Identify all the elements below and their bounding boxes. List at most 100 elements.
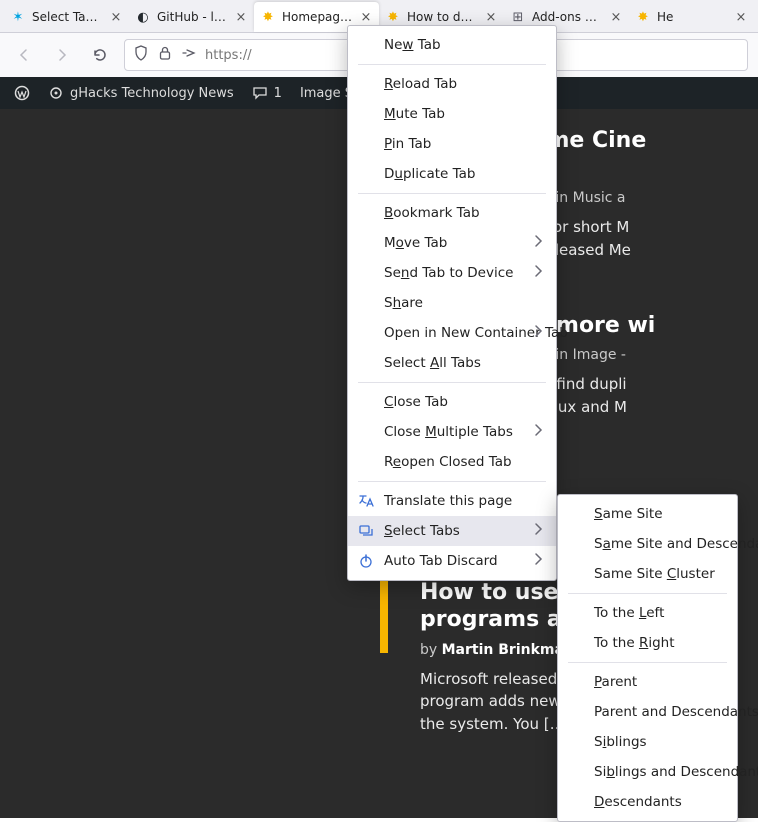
menu-item[interactable]: Pin Tab xyxy=(348,129,556,159)
accent-stripe xyxy=(380,583,388,653)
menu-item-label: Descendants xyxy=(594,794,682,810)
tab[interactable]: ✶ Select Tabs – Ge × xyxy=(4,2,129,32)
menu-item-label: Same Site xyxy=(594,506,663,522)
menu-item[interactable]: New Tab xyxy=(348,30,556,60)
menu-item[interactable]: Send Tab to Device xyxy=(348,258,556,288)
menu-item-label: Close Multiple Tabs xyxy=(384,424,513,440)
menu-item[interactable]: Siblings and Descendants xyxy=(558,757,737,787)
menu-item[interactable]: Descendants xyxy=(558,787,737,817)
power-icon xyxy=(358,553,374,569)
menu-item-label: Duplicate Tab xyxy=(384,166,475,182)
menu-item[interactable]: Parent xyxy=(558,667,737,697)
close-icon[interactable]: × xyxy=(484,10,498,24)
menu-item[interactable]: Same Site xyxy=(558,499,737,529)
menu-item-label: Share xyxy=(384,295,423,311)
menu-separator xyxy=(358,382,546,383)
chevron-right-icon xyxy=(530,422,546,442)
menu-item[interactable]: Select All Tabs xyxy=(348,348,556,378)
close-icon[interactable]: × xyxy=(234,10,248,24)
tab-context-menu: New Tab Reload Tab Mute Tab Pin Tab Duplicat… xyxy=(347,25,557,581)
chevron-right-icon xyxy=(530,233,546,253)
close-icon[interactable]: × xyxy=(734,10,748,24)
menu-item[interactable]: Bookmark Tab xyxy=(348,198,556,228)
menu-item-label: Reload Tab xyxy=(384,76,457,92)
favicon-icon: ✸ xyxy=(635,9,651,25)
menu-item-label: Move Tab xyxy=(384,235,447,251)
menu-item-label: Siblings xyxy=(594,734,647,750)
favicon-icon: ✸ xyxy=(260,9,276,25)
menu-item[interactable]: Close Multiple Tabs xyxy=(348,417,556,447)
menu-item-label: Same Site Cluster xyxy=(594,566,715,582)
close-icon[interactable]: × xyxy=(359,10,373,24)
chevron-right-icon xyxy=(530,551,546,571)
favicon-icon: ◐ xyxy=(135,9,151,25)
menu-item-label: To the Right xyxy=(594,635,675,651)
menu-item[interactable]: Open in New Container Tab xyxy=(348,318,556,348)
forward-button[interactable] xyxy=(48,41,76,69)
chevron-right-icon xyxy=(530,323,546,343)
menu-item[interactable]: To the Left xyxy=(558,598,737,628)
tab-label: Add-ons Manag xyxy=(532,10,603,24)
menu-separator xyxy=(358,481,546,482)
menu-item-label: Send Tab to Device xyxy=(384,265,513,281)
close-icon[interactable]: × xyxy=(609,10,623,24)
select-tabs-submenu: Same Site Same Site and Descendants Same S… xyxy=(557,494,738,822)
menu-separator xyxy=(568,662,727,663)
reload-button[interactable] xyxy=(86,41,114,69)
stack-icon xyxy=(358,523,374,539)
menu-item[interactable]: Same Site Cluster xyxy=(558,559,737,589)
menu-item[interactable]: Close Tab xyxy=(348,387,556,417)
menu-item-label: Mute Tab xyxy=(384,106,445,122)
back-button[interactable] xyxy=(10,41,38,69)
menu-item[interactable]: Reopen Closed Tab xyxy=(348,447,556,477)
menu-item-label: Siblings and Descendants xyxy=(594,764,758,780)
wp-logo-icon[interactable] xyxy=(14,85,30,101)
menu-item-label: To the Left xyxy=(594,605,664,621)
chevron-right-icon xyxy=(530,263,546,283)
wp-site-name[interactable]: gHacks Technology News xyxy=(48,85,234,101)
tab-label: GitHub - l10nel xyxy=(157,10,228,24)
menu-item-label: Pin Tab xyxy=(384,136,431,152)
tab-label: He xyxy=(657,10,728,24)
favicon-icon: ✸ xyxy=(385,9,401,25)
favicon-icon: ⊞ xyxy=(510,9,526,25)
lock-icon xyxy=(157,45,173,65)
menu-item-label: Parent xyxy=(594,674,637,690)
menu-item[interactable]: Mute Tab xyxy=(348,99,556,129)
menu-item-label: Translate this page xyxy=(384,493,512,509)
tab[interactable]: ✸ He × xyxy=(629,2,754,32)
tab-label: How to downlo xyxy=(407,10,478,24)
menu-separator xyxy=(358,193,546,194)
menu-item[interactable]: Move Tab xyxy=(348,228,556,258)
wp-comments[interactable]: 1 xyxy=(252,85,282,101)
menu-item-label: Parent and Descendants xyxy=(594,704,758,720)
tab-label: Homepage | gh xyxy=(282,10,353,24)
menu-item-label: Same Site and Descendants xyxy=(594,536,758,552)
menu-item-label: Select All Tabs xyxy=(384,355,481,371)
menu-item[interactable]: Reload Tab xyxy=(348,69,556,99)
shield-icon xyxy=(133,45,149,65)
menu-item[interactable]: To the Right xyxy=(558,628,737,658)
menu-item-label: Select Tabs xyxy=(384,523,460,539)
menu-item[interactable]: Same Site and Descendants xyxy=(558,529,737,559)
menu-item-label: Reopen Closed Tab xyxy=(384,454,512,470)
menu-item[interactable]: Parent and Descendants xyxy=(558,697,737,727)
menu-item[interactable]: Duplicate Tab xyxy=(348,159,556,189)
menu-item[interactable]: Siblings xyxy=(558,727,737,757)
close-icon[interactable]: × xyxy=(109,10,123,24)
menu-item[interactable]: Auto Tab Discard xyxy=(348,546,556,576)
menu-item-label: New Tab xyxy=(384,37,441,53)
menu-separator xyxy=(568,593,727,594)
tab[interactable]: ◐ GitHub - l10nel × xyxy=(129,2,254,32)
menu-item[interactable]: Select Tabs xyxy=(348,516,556,546)
permissions-icon xyxy=(181,45,197,65)
menu-item-label: Auto Tab Discard xyxy=(384,553,498,569)
menu-item-label: Close Tab xyxy=(384,394,448,410)
tab-label: Select Tabs – Ge xyxy=(32,10,103,24)
favicon-icon: ✶ xyxy=(10,9,26,25)
translate-icon xyxy=(358,493,374,509)
menu-item-label: Bookmark Tab xyxy=(384,205,480,221)
menu-item[interactable]: Share xyxy=(348,288,556,318)
chevron-right-icon xyxy=(530,521,546,541)
menu-item[interactable]: Translate this page xyxy=(348,486,556,516)
